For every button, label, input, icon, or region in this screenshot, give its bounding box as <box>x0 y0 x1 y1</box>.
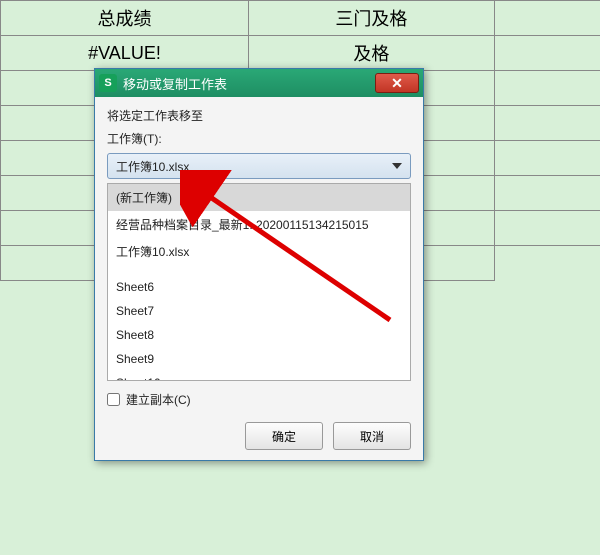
move-to-label: 将选定工作表移至 <box>107 107 411 124</box>
list-item[interactable]: Sheet8 <box>108 323 410 347</box>
list-item[interactable]: 经营品种档案目录_最新1..20200115134215015 <box>108 211 410 238</box>
close-button[interactable]: ✕ <box>375 73 419 93</box>
list-item[interactable]: 工作簿10.xlsx <box>108 238 410 265</box>
close-icon: ✕ <box>391 75 403 92</box>
move-copy-sheet-dialog: S 移动或复制工作表 ✕ 将选定工作表移至 工作簿(T): 工作簿10.xlsx… <box>94 68 424 461</box>
dropdown-value: 工作簿10.xlsx <box>116 158 189 175</box>
data-cell[interactable]: 及格 <box>248 36 494 71</box>
list-item-truncated[interactable] <box>108 265 410 275</box>
dialog-title: 移动或复制工作表 <box>123 74 227 93</box>
header-cell[interactable]: 三门及格 <box>248 1 494 36</box>
list-item[interactable]: Sheet10 <box>108 371 410 381</box>
empty-cell[interactable] <box>531 1 566 36</box>
workbook-dropdown[interactable]: 工作簿10.xlsx <box>107 153 411 179</box>
app-icon: S <box>99 74 117 92</box>
create-copy-checkbox[interactable] <box>107 393 120 406</box>
create-copy-label: 建立副本(C) <box>126 391 191 408</box>
chevron-down-icon <box>392 163 402 169</box>
list-item[interactable]: Sheet6 <box>108 275 410 299</box>
data-cell[interactable]: #VALUE! <box>1 36 249 71</box>
create-copy-row: 建立副本(C) <box>107 391 411 408</box>
empty-cell[interactable] <box>565 1 600 36</box>
list-item[interactable]: Sheet7 <box>108 299 410 323</box>
header-cell[interactable]: 总成绩 <box>1 1 249 36</box>
sheet-listbox[interactable]: (新工作簿) 经营品种档案目录_最新1..20200115134215015 工… <box>107 183 411 381</box>
list-item[interactable]: Sheet9 <box>108 347 410 371</box>
cancel-button[interactable]: 取消 <box>333 422 411 450</box>
list-item[interactable]: (新工作簿) <box>108 184 410 211</box>
ok-button[interactable]: 确定 <box>245 422 323 450</box>
dialog-titlebar[interactable]: S 移动或复制工作表 ✕ <box>95 69 423 97</box>
empty-cell[interactable] <box>494 1 530 36</box>
workbook-label: 工作簿(T): <box>107 130 411 147</box>
